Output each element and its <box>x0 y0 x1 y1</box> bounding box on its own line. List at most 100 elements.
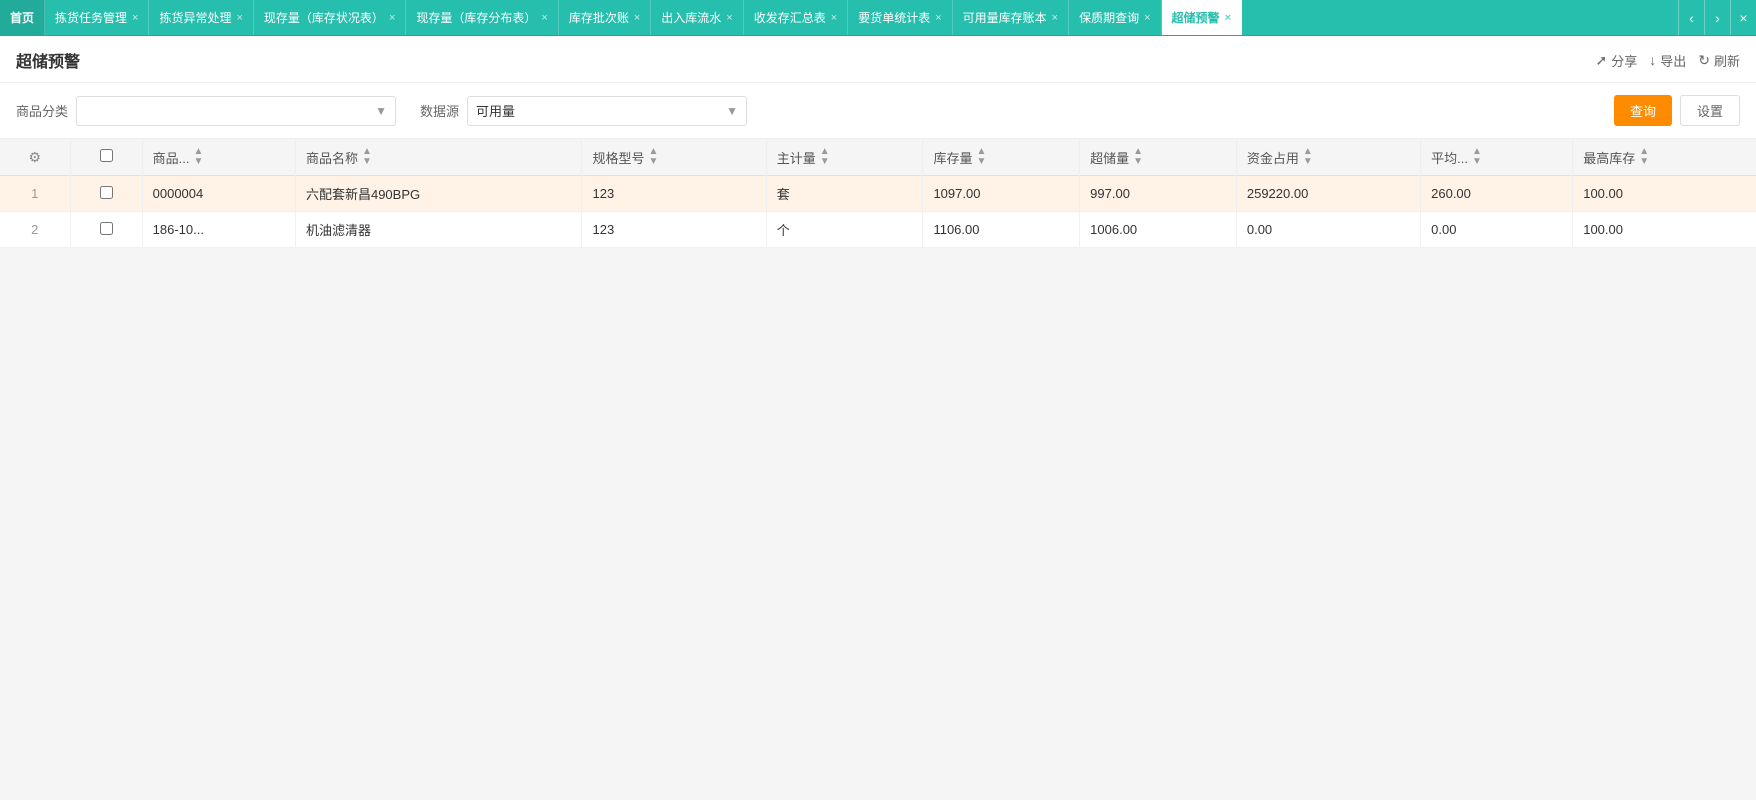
share-button[interactable]: ➚ 分享 <box>1595 51 1637 70</box>
th-settings: ⚙ <box>0 139 70 176</box>
close-tab-stock-status[interactable]: × <box>389 12 395 24</box>
category-select[interactable]: ▼ <box>76 96 396 126</box>
row-product-code: 0000004 <box>142 176 295 212</box>
row-stock-qty: 1106.00 <box>923 212 1080 248</box>
close-tab-abnormal[interactable]: × <box>236 12 242 24</box>
row-select-checkbox[interactable] <box>100 222 113 235</box>
close-tab-available-stock[interactable]: × <box>1052 12 1058 24</box>
gear-icon[interactable]: ⚙ <box>29 149 42 165</box>
row-overstock-qty: 997.00 <box>1080 176 1237 212</box>
row-product-code: 186-10... <box>142 212 295 248</box>
select-all-checkbox[interactable] <box>100 149 113 162</box>
sort-icon-spec: ▲▼ <box>649 147 659 167</box>
sort-icon-product-name: ▲▼ <box>362 147 372 167</box>
query-button[interactable]: 查询 <box>1614 95 1672 126</box>
category-filter: 商品分类 ▼ <box>16 96 396 126</box>
th-unit[interactable]: 主计量 ▲▼ <box>766 139 923 176</box>
nav-tab-inout-flow[interactable]: 出入库流水 × <box>651 0 743 36</box>
datasource-label: 数据源 <box>420 101 459 120</box>
row-unit: 套 <box>766 176 923 212</box>
th-overstock-qty[interactable]: 超储量 ▲▼ <box>1080 139 1237 176</box>
row-avg-price: 0.00 <box>1421 212 1573 248</box>
nav-arrow-left[interactable]: ‹ <box>1678 0 1704 36</box>
top-nav: 首页 拣货任务管理 × 拣货异常处理 × 现存量（库存状况表） × 现存量（库存… <box>0 0 1756 36</box>
nav-tab-task-mgmt[interactable]: 拣货任务管理 × <box>45 0 149 36</box>
nav-arrows: ‹ › × <box>1678 0 1756 36</box>
close-tab-stock-dist[interactable]: × <box>541 12 547 24</box>
row-capital-occupied: 259220.00 <box>1236 176 1420 212</box>
category-label: 商品分类 <box>16 101 68 120</box>
datasource-select[interactable]: 可用量 ▼ <box>467 96 747 126</box>
settings-button[interactable]: 设置 <box>1680 95 1740 126</box>
close-tab-batch[interactable]: × <box>634 12 640 24</box>
nav-arrow-more[interactable]: × <box>1730 0 1756 36</box>
row-max-stock: 100.00 <box>1573 176 1756 212</box>
row-num: 1 <box>0 176 70 212</box>
row-select-checkbox[interactable] <box>100 186 113 199</box>
header-actions: ➚ 分享 ↓ 导出 ↻ 刷新 <box>1595 51 1740 70</box>
nav-arrow-right[interactable]: › <box>1704 0 1730 36</box>
close-tab-collect-summary[interactable]: × <box>831 12 837 24</box>
close-tab-order-stats[interactable]: × <box>935 12 941 24</box>
datasource-chevron-icon: ▼ <box>726 104 738 118</box>
close-tab-task-mgmt[interactable]: × <box>132 12 138 24</box>
row-overstock-qty: 1006.00 <box>1080 212 1237 248</box>
row-checkbox[interactable] <box>70 176 142 212</box>
table-row: 2186-10...机油滤清器123个1106.001006.000.000.0… <box>0 212 1756 248</box>
nav-tab-home[interactable]: 首页 <box>0 0 45 36</box>
row-spec: 123 <box>582 212 766 248</box>
sort-icon-capital-occupied: ▲▼ <box>1303 147 1313 167</box>
export-button[interactable]: ↓ 导出 <box>1649 51 1686 70</box>
nav-tab-order-stats[interactable]: 要货单统计表 × <box>848 0 952 36</box>
refresh-icon: ↻ <box>1698 52 1710 69</box>
nav-tab-abnormal[interactable]: 拣货异常处理 × <box>149 0 253 36</box>
sort-icon-overstock-qty: ▲▼ <box>1133 147 1143 167</box>
datasource-filter: 数据源 可用量 ▼ <box>420 96 747 126</box>
filter-area: 商品分类 ▼ 数据源 可用量 ▼ 查询 设置 <box>0 83 1756 139</box>
close-tab-inout-flow[interactable]: × <box>726 12 732 24</box>
page-container: 超储预警 ➚ 分享 ↓ 导出 ↻ 刷新 商品分类 ▼ 数据源 <box>0 36 1756 248</box>
nav-tab-quality-check[interactable]: 保质期查询 × <box>1069 0 1161 36</box>
nav-tab-stock-dist[interactable]: 现存量（库存分布表） × <box>406 0 558 36</box>
page-header: 超储预警 ➚ 分享 ↓ 导出 ↻ 刷新 <box>0 36 1756 83</box>
sort-icon-stock-qty: ▲▼ <box>976 147 986 167</box>
row-stock-qty: 1097.00 <box>923 176 1080 212</box>
row-product-name: 机油滤清器 <box>295 212 582 248</box>
th-max-stock[interactable]: 最高库存 ▲▼ <box>1573 139 1756 176</box>
close-tab-overstock-alert[interactable]: × <box>1225 12 1231 24</box>
share-icon: ➚ <box>1595 52 1607 69</box>
th-stock-qty[interactable]: 库存量 ▲▼ <box>923 139 1080 176</box>
row-avg-price: 260.00 <box>1421 176 1573 212</box>
nav-tab-overstock-alert[interactable]: 超储预警 × <box>1162 0 1242 36</box>
table-header-row: ⚙ 商品... ▲▼ 商品名称 ▲▼ <box>0 139 1756 176</box>
th-product-name[interactable]: 商品名称 ▲▼ <box>295 139 582 176</box>
table-body: 1 0000004六配套新昌490BPG123套1097.00997.002592… <box>0 176 1756 248</box>
datasource-select-value: 可用量 <box>476 101 726 120</box>
refresh-button[interactable]: ↻ 刷新 <box>1698 51 1740 70</box>
sort-icon-product-code: ▲▼ <box>193 147 203 167</box>
th-capital-occupied[interactable]: 资金占用 ▲▼ <box>1236 139 1420 176</box>
th-spec[interactable]: 规格型号 ▲▼ <box>582 139 766 176</box>
th-checkbox <box>70 139 142 176</box>
row-product-name: 六配套新昌490BPG <box>295 176 582 212</box>
nav-tab-available-stock[interactable]: 可用量库存账本 × <box>953 0 1069 36</box>
row-num: 2 <box>0 212 70 248</box>
nav-tab-collect-summary[interactable]: 收发存汇总表 × <box>744 0 848 36</box>
row-max-stock: 100.00 <box>1573 212 1756 248</box>
table-wrapper: ⚙ 商品... ▲▼ 商品名称 ▲▼ <box>0 139 1756 248</box>
category-chevron-icon: ▼ <box>375 104 387 118</box>
close-tab-quality-check[interactable]: × <box>1144 12 1150 24</box>
data-table: ⚙ 商品... ▲▼ 商品名称 ▲▼ <box>0 139 1756 248</box>
row-unit: 个 <box>766 212 923 248</box>
filter-actions: 查询 设置 <box>1614 95 1740 126</box>
nav-tab-stock-status[interactable]: 现存量（库存状况表） × <box>254 0 406 36</box>
th-product-code[interactable]: 商品... ▲▼ <box>142 139 295 176</box>
page-title: 超储预警 <box>16 48 80 72</box>
row-spec: 123 <box>582 176 766 212</box>
sort-icon-unit: ▲▼ <box>820 147 830 167</box>
row-checkbox[interactable] <box>70 212 142 248</box>
sort-icon-max-stock: ▲▼ <box>1639 147 1649 167</box>
nav-tab-batch[interactable]: 库存批次账 × <box>559 0 651 36</box>
th-avg-price[interactable]: 平均... ▲▼ <box>1421 139 1573 176</box>
export-icon: ↓ <box>1649 52 1656 68</box>
